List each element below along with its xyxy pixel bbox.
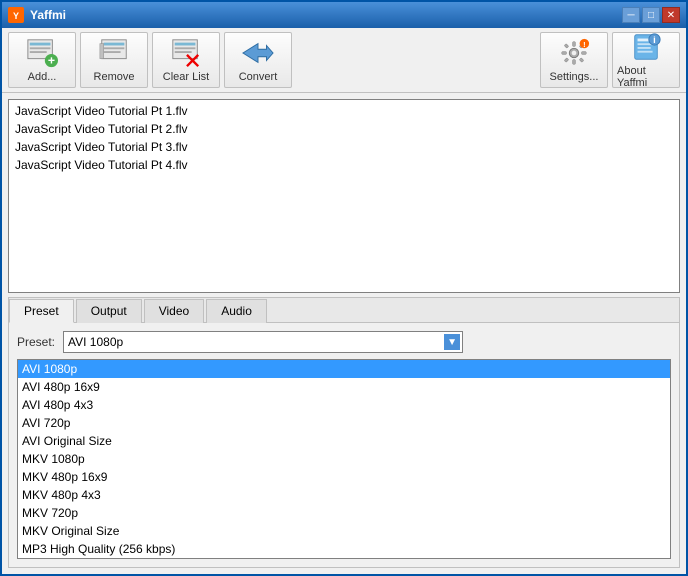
list-item[interactable]: JavaScript Video Tutorial Pt 4.flv — [11, 156, 677, 174]
tab-output[interactable]: Output — [76, 299, 142, 323]
tab-bar: PresetOutputVideoAudio — [9, 298, 679, 323]
content-area: JavaScript Video Tutorial Pt 1.flvJavaSc… — [2, 93, 686, 574]
about-button-label: About Yaffmi — [617, 65, 675, 89]
svg-text:!: ! — [583, 40, 586, 49]
convert-button-label: Convert — [239, 71, 278, 83]
tab-video[interactable]: Video — [144, 299, 204, 323]
title-bar-left: Y Yaffmi — [8, 7, 66, 23]
remove-icon — [98, 37, 130, 69]
list-item[interactable]: JavaScript Video Tutorial Pt 2.flv — [11, 120, 677, 138]
remove-button-label: Remove — [94, 71, 135, 83]
clear-list-button-label: Clear List — [163, 71, 209, 83]
clear-list-icon — [170, 37, 202, 69]
preset-row: Preset: AVI 1080p ▼ — [17, 331, 671, 353]
svg-text:Y: Y — [13, 11, 19, 21]
add-button[interactable]: + Add... — [8, 32, 76, 88]
title-bar: Y Yaffmi ─ □ ✕ — [2, 2, 686, 28]
add-icon: + — [26, 37, 58, 69]
settings-button[interactable]: ! Settings... — [540, 32, 608, 88]
preset-select-wrapper: AVI 1080p ▼ — [63, 331, 463, 353]
toolbar: + Add... Remove — [2, 28, 686, 93]
settings-button-label: Settings... — [550, 71, 599, 83]
dropdown-list[interactable]: AVI 1080pAVI 480p 16x9AVI 480p 4x3AVI 72… — [17, 359, 671, 559]
preset-selected-value: AVI 1080p — [68, 335, 123, 349]
about-icon: i — [630, 31, 662, 63]
preset-label: Preset: — [17, 335, 55, 349]
dropdown-item[interactable]: AVI 480p 4x3 — [18, 396, 670, 414]
window-title: Yaffmi — [30, 8, 66, 22]
close-button[interactable]: ✕ — [662, 7, 680, 23]
tab-audio[interactable]: Audio — [206, 299, 267, 323]
tab-content: Preset: AVI 1080p ▼ AVI 1080pAVI 480p 16… — [9, 323, 679, 567]
file-list[interactable]: JavaScript Video Tutorial Pt 1.flvJavaSc… — [8, 99, 680, 293]
list-item[interactable]: JavaScript Video Tutorial Pt 3.flv — [11, 138, 677, 156]
settings-icon: ! — [558, 37, 590, 69]
dropdown-item[interactable]: AVI Original Size — [18, 432, 670, 450]
list-item[interactable]: JavaScript Video Tutorial Pt 1.flv — [11, 102, 677, 120]
dropdown-item[interactable]: MKV 1080p — [18, 450, 670, 468]
about-button[interactable]: i About Yaffmi — [612, 32, 680, 88]
title-controls: ─ □ ✕ — [622, 7, 680, 23]
main-window: Y Yaffmi ─ □ ✕ + Add.. — [0, 0, 688, 576]
dropdown-item[interactable]: MP3 High Quality (256 kbps) — [18, 540, 670, 558]
svg-text:+: + — [48, 53, 55, 67]
remove-button[interactable]: Remove — [80, 32, 148, 88]
maximize-button[interactable]: □ — [642, 7, 660, 23]
dropdown-item[interactable]: MKV Original Size — [18, 522, 670, 540]
add-button-label: Add... — [28, 71, 57, 83]
dropdown-arrow-icon: ▼ — [444, 334, 460, 350]
convert-icon — [242, 37, 274, 69]
dropdown-item[interactable]: MKV 480p 16x9 — [18, 468, 670, 486]
tabs-section: PresetOutputVideoAudio Preset: AVI 1080p… — [8, 297, 680, 568]
convert-button[interactable]: Convert — [224, 32, 292, 88]
app-icon: Y — [8, 7, 24, 23]
preset-select-display[interactable]: AVI 1080p ▼ — [63, 331, 463, 353]
dropdown-item[interactable]: AVI 720p — [18, 414, 670, 432]
dropdown-item[interactable]: AVI 480p 16x9 — [18, 378, 670, 396]
dropdown-item[interactable]: MKV 720p — [18, 504, 670, 522]
minimize-button[interactable]: ─ — [622, 7, 640, 23]
svg-text:i: i — [653, 34, 656, 45]
dropdown-item[interactable]: MP3 Low Quality (64 kbps) — [18, 558, 670, 559]
dropdown-item[interactable]: AVI 1080p — [18, 360, 670, 378]
clear-list-button[interactable]: Clear List — [152, 32, 220, 88]
tab-preset[interactable]: Preset — [9, 299, 74, 323]
dropdown-item[interactable]: MKV 480p 4x3 — [18, 486, 670, 504]
